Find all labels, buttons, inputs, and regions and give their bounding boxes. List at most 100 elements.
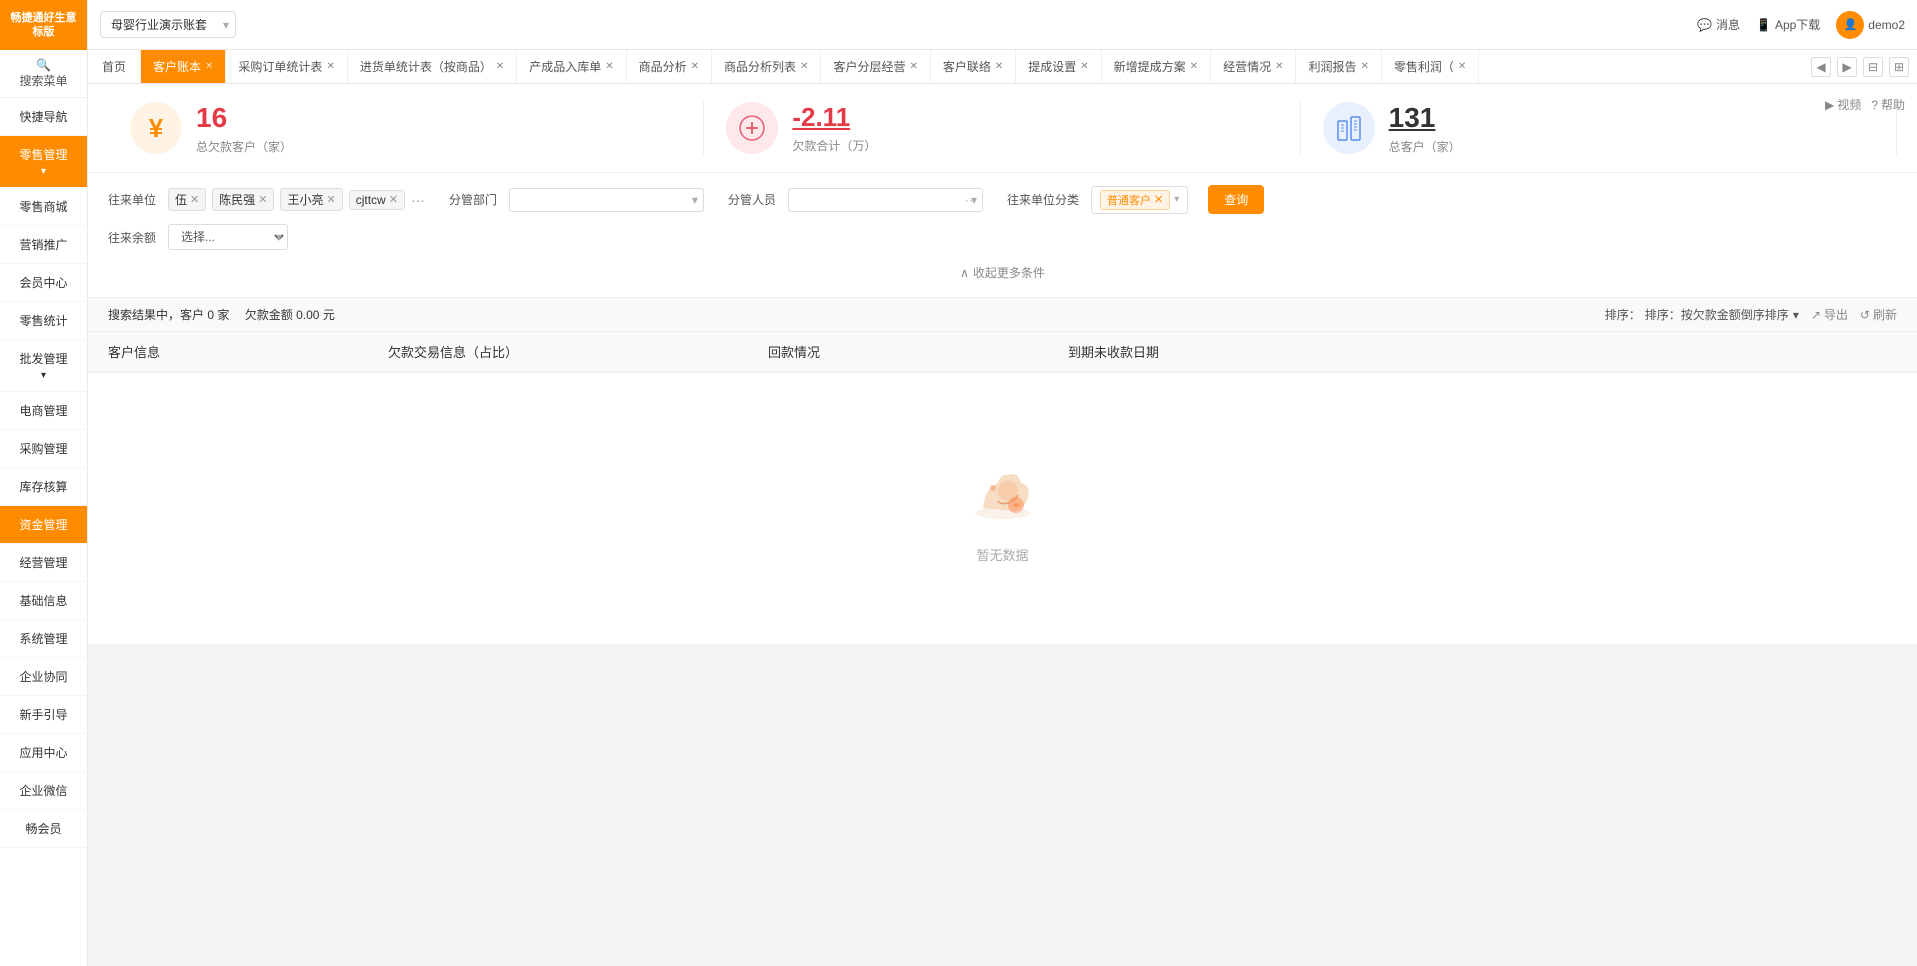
tab-purchase-order[interactable]: 采购订单统计表 ✕ xyxy=(226,50,347,83)
tab-label: 采购订单统计表 xyxy=(238,58,322,75)
sidebar-item-newbie[interactable]: 新手引导 xyxy=(0,696,87,734)
customer-type-tag-remove[interactable]: ✕ xyxy=(1154,193,1163,206)
yuan-icon: ¥ xyxy=(130,102,182,154)
tab-operation[interactable]: 经营情况 ✕ xyxy=(1211,50,1296,83)
tab-close-icon[interactable]: ✕ xyxy=(205,61,213,72)
tab-close-icon[interactable]: ✕ xyxy=(691,61,699,72)
tab-home[interactable]: 首页 xyxy=(88,50,141,83)
dept-input[interactable] xyxy=(509,188,704,212)
sidebar-item-retail-mall[interactable]: 零售商城 xyxy=(0,188,87,226)
sidebar-item-marketing[interactable]: 营销推广 xyxy=(0,226,87,264)
sidebar-item-wholesale[interactable]: 批发管理 ▾ xyxy=(0,340,87,392)
balance-select-wrapper: 选择... xyxy=(168,224,288,250)
sidebar-item-system[interactable]: 系统管理 xyxy=(0,620,87,658)
tab-customer-book[interactable]: 客户账本 ✕ xyxy=(141,50,226,83)
tab-next-button[interactable]: ▶ xyxy=(1837,57,1857,77)
tag-remove-wu[interactable]: ✕ xyxy=(190,193,199,206)
tab-close-icon[interactable]: ✕ xyxy=(800,61,808,72)
sidebar-item-vip[interactable]: 畅会员 xyxy=(0,810,87,848)
tab-maximize-button[interactable]: ⊞ xyxy=(1889,57,1909,77)
sidebar-item-quick-nav[interactable]: 快捷导航 xyxy=(0,98,87,136)
person-dots-icon: ··· xyxy=(965,193,977,207)
tab-close-icon[interactable]: ✕ xyxy=(1361,61,1369,72)
stat-total-customers: ¥ 16 总欠款客户（家） xyxy=(108,100,704,156)
user-avatar[interactable]: 👤 demo2 xyxy=(1836,11,1905,39)
sidebar-item-label: 企业微信 xyxy=(6,782,81,799)
sidebar-item-retail-stat[interactable]: 零售统计 xyxy=(0,302,87,340)
tab-customer-connect[interactable]: 客户联络 ✕ xyxy=(931,50,1016,83)
table-header: 客户信息 欠款交易信息（占比） 回款情况 到期未收款日期 xyxy=(88,332,1917,373)
sidebar-item-ecommerce[interactable]: 电商管理 xyxy=(0,392,87,430)
tab-goods-analysis[interactable]: 商品分析 ✕ xyxy=(627,50,712,83)
sidebar-item-inventory[interactable]: 库存核算 xyxy=(0,468,87,506)
sidebar-item-basic-info[interactable]: 基础信息 xyxy=(0,582,87,620)
stat-label-debt: 欠款合计（万） xyxy=(792,137,876,154)
sidebar-item-wechat-biz[interactable]: 企业微信 xyxy=(0,772,87,810)
collapse-button[interactable]: ∧ 收起更多条件 xyxy=(108,260,1897,285)
sidebar-item-label: 快捷导航 xyxy=(6,108,81,125)
tab-close-icon[interactable]: ✕ xyxy=(326,61,334,72)
tag-remove-wang[interactable]: ✕ xyxy=(327,193,336,206)
col-header-repayment: 回款情况 xyxy=(768,342,1068,361)
dept-label: 分管部门 xyxy=(449,191,497,208)
username-label: demo2 xyxy=(1868,18,1905,32)
table-container: 客户信息 欠款交易信息（占比） 回款情况 到期未收款日期 xyxy=(88,332,1917,644)
tag-remove-chen[interactable]: ✕ xyxy=(258,193,267,206)
tab-menu-button[interactable]: ⊟ xyxy=(1863,57,1883,77)
tab-close-icon[interactable]: ✕ xyxy=(1275,61,1283,72)
tab-prev-button[interactable]: ◀ xyxy=(1811,57,1831,77)
search-result-bar: 搜索结果中，客户 0 家 欠款金额 0.00 元 排序： 排序：按欠款金额倒序排… xyxy=(88,298,1917,332)
tab-new-promo[interactable]: 新增提成方案 ✕ xyxy=(1102,50,1211,83)
sidebar-item-app-center[interactable]: 应用中心 xyxy=(0,734,87,772)
sidebar-item-enterprise[interactable]: 企业协同 xyxy=(0,658,87,696)
filter-row-2: 往来余额 选择... xyxy=(108,224,1897,250)
video-help-button[interactable]: ▶ 视频 xyxy=(1825,96,1861,113)
query-button[interactable]: 查询 xyxy=(1208,185,1264,214)
app-download-button[interactable]: 📱 App下载 xyxy=(1756,16,1820,33)
dept-select-wrapper xyxy=(509,188,704,212)
person-input[interactable] xyxy=(788,188,983,212)
tab-goods-analysis-list[interactable]: 商品分析列表 ✕ xyxy=(712,50,821,83)
tag-remove-cjttcw[interactable]: ✕ xyxy=(389,193,398,206)
sidebar-item-label: 电商管理 xyxy=(6,402,81,419)
tab-customer-tier[interactable]: 客户分层经营 ✕ xyxy=(821,50,930,83)
result-actions: 排序： 排序：按欠款金额倒序排序 ▾ ↗ 导出 ↺ 刷新 xyxy=(1605,306,1897,323)
refresh-button[interactable]: ↺ 刷新 xyxy=(1860,306,1897,323)
tab-retail-profit[interactable]: 零售利润（ ✕ xyxy=(1382,50,1479,83)
tab-close-icon[interactable]: ✕ xyxy=(1458,61,1466,72)
balance-label: 往来余额 xyxy=(108,229,156,246)
topbar: 母婴行业演示账套 ▾ 💬 消息 📱 App下载 👤 demo2 xyxy=(88,0,1917,50)
sidebar-item-search[interactable]: 🔍 搜索菜单 xyxy=(0,50,87,98)
stat-value-debt: -2.11 xyxy=(792,102,876,133)
sidebar-item-member[interactable]: 会员中心 xyxy=(0,264,87,302)
filter-more-tags[interactable]: ··· xyxy=(411,192,425,208)
sidebar-item-operation-mgmt[interactable]: 经营管理 xyxy=(0,544,87,582)
tab-promo-settings[interactable]: 提成设置 ✕ xyxy=(1016,50,1101,83)
balance-select[interactable]: 选择... xyxy=(168,224,288,250)
export-button[interactable]: ↗ 导出 xyxy=(1811,306,1848,323)
sidebar-item-label: 采购管理 xyxy=(6,440,81,457)
tab-product-in[interactable]: 产成品入库单 ✕ xyxy=(517,50,626,83)
tab-close-icon[interactable]: ✕ xyxy=(1080,61,1088,72)
sidebar-item-purchase[interactable]: 采购管理 xyxy=(0,430,87,468)
stat-data-customers: 16 总欠款客户（家） xyxy=(196,101,292,156)
sidebar-item-finance[interactable]: 资金管理 xyxy=(0,506,87,544)
message-icon: 💬 xyxy=(1697,18,1712,32)
help-button[interactable]: ? 帮助 xyxy=(1871,96,1905,113)
sort-selector[interactable]: 排序： 排序：按欠款金额倒序排序 ▾ xyxy=(1605,306,1799,323)
sidebar-item-label: 零售管理 xyxy=(6,146,81,163)
stat-label-customers: 总欠款客户（家） xyxy=(196,138,292,155)
tab-profit-report[interactable]: 利润报告 ✕ xyxy=(1296,50,1381,83)
tab-close-icon[interactable]: ✕ xyxy=(995,61,1003,72)
sidebar-item-retail[interactable]: 零售管理 ▾ xyxy=(0,136,87,188)
tab-purchase-stat[interactable]: 进货单统计表（按商品） ✕ xyxy=(348,50,517,83)
tab-close-icon[interactable]: ✕ xyxy=(1190,61,1198,72)
sidebar-item-label: 企业协同 xyxy=(6,668,81,685)
stat-value-customers: 16 xyxy=(196,101,292,135)
tab-close-icon[interactable]: ✕ xyxy=(909,61,917,72)
message-button[interactable]: 💬 消息 xyxy=(1697,16,1740,33)
tab-close-icon[interactable]: ✕ xyxy=(496,61,504,72)
tab-close-icon[interactable]: ✕ xyxy=(605,61,613,72)
person-select-wrapper: ··· xyxy=(788,188,983,212)
edition-selector[interactable]: 母婴行业演示账套 ▾ xyxy=(100,11,236,38)
